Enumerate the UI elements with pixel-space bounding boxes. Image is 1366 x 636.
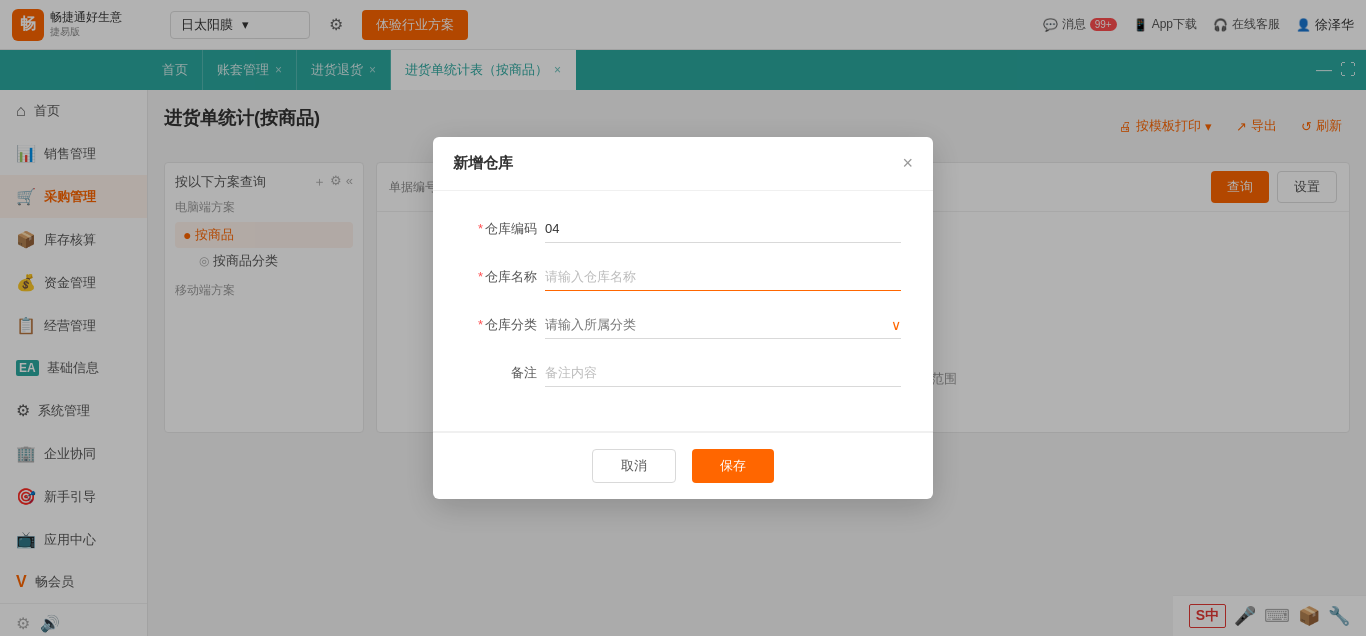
warehouse-name-input[interactable] xyxy=(545,263,901,291)
warehouse-category-row: *仓库分类 ∨ xyxy=(465,311,901,339)
warehouse-category-wrap: ∨ xyxy=(545,311,901,339)
modal-footer: 取消 保存 xyxy=(433,432,933,499)
modal-header: 新增仓库 × xyxy=(433,137,933,191)
warehouse-code-label: *仓库编码 xyxy=(465,220,545,238)
add-warehouse-modal: 新增仓库 × *仓库编码 *仓库名称 *仓库分类 xyxy=(433,137,933,499)
required-star: * xyxy=(478,221,483,236)
warehouse-note-label: 备注 xyxy=(465,364,545,382)
warehouse-category-label: *仓库分类 xyxy=(465,316,545,334)
required-star-cat: * xyxy=(478,317,483,332)
warehouse-code-row: *仓库编码 xyxy=(465,215,901,243)
warehouse-note-row: 备注 xyxy=(465,359,901,387)
warehouse-name-label: *仓库名称 xyxy=(465,268,545,286)
warehouse-code-input[interactable] xyxy=(545,215,901,243)
warehouse-category-input[interactable] xyxy=(545,311,901,339)
modal-overlay[interactable]: 新增仓库 × *仓库编码 *仓库名称 *仓库分类 xyxy=(0,0,1366,636)
modal-body: *仓库编码 *仓库名称 *仓库分类 ∨ xyxy=(433,191,933,431)
modal-close-button[interactable]: × xyxy=(902,153,913,174)
modal-title: 新增仓库 xyxy=(453,154,513,173)
save-button[interactable]: 保存 xyxy=(692,449,774,483)
required-star-name: * xyxy=(478,269,483,284)
warehouse-note-input[interactable] xyxy=(545,359,901,387)
cancel-button[interactable]: 取消 xyxy=(592,449,676,483)
warehouse-name-row: *仓库名称 xyxy=(465,263,901,291)
